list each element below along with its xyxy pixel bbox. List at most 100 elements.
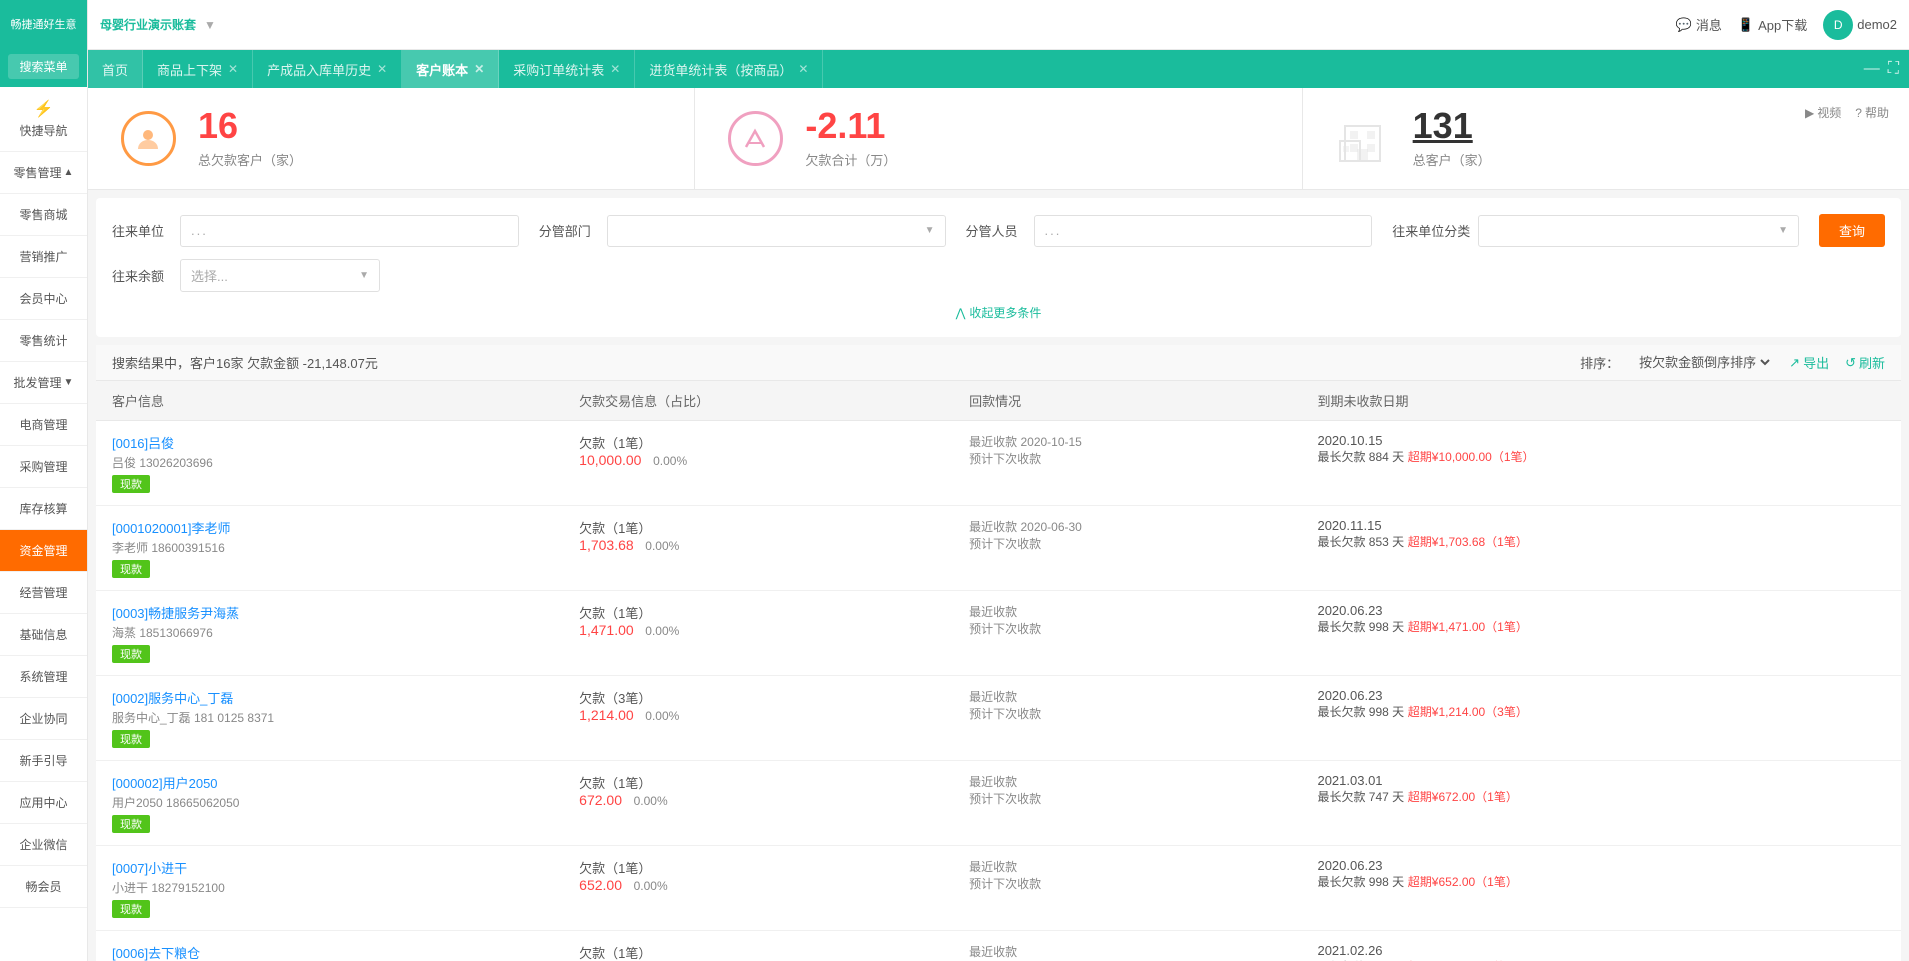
customer-contact: 李老师 18600391516 xyxy=(112,539,547,556)
search-button[interactable]: 查询 xyxy=(1819,214,1885,247)
cell-customer-info: [0016]吕俊 吕俊 13026203696 现款 xyxy=(96,421,563,506)
last-collect: 最近收款 2020-10-15 xyxy=(969,433,1285,450)
tabs-minimize-icon[interactable]: — xyxy=(1862,58,1882,80)
sidebar-search-area: 搜索菜单 xyxy=(0,50,87,87)
overdue-link[interactable]: 超期¥672.00（1笔） xyxy=(1408,790,1518,804)
download-icon: 📱 xyxy=(1738,17,1754,33)
export-button[interactable]: ↗ 导出 xyxy=(1789,353,1829,372)
filter-area: 往来单位 ... 分管部门 ▼ 分管人员 ... xyxy=(96,198,1901,337)
tab-close-icon[interactable]: ✕ xyxy=(798,62,808,76)
overdue-link[interactable]: 超期¥652.00（1笔） xyxy=(1408,875,1518,889)
due-date: 2020.11.15 xyxy=(1317,518,1885,533)
customer-name-link[interactable]: [0003]畅捷服务尹海蒸 xyxy=(112,603,547,622)
sidebar-item-retail-mgmt[interactable]: 零售管理 ▲ xyxy=(0,152,87,194)
video-link[interactable]: ▶ 视频 xyxy=(1805,104,1841,121)
col-collect-info: 回款情况 xyxy=(953,381,1301,421)
due-date: 2020.06.23 xyxy=(1317,858,1885,873)
sort-select[interactable]: 按欠款金额倒序排序 xyxy=(1635,354,1773,371)
sidebar-item-newbie[interactable]: 新手引导 xyxy=(0,740,87,782)
refresh-button[interactable]: ↺ 刷新 xyxy=(1845,353,1885,372)
sidebar-item-marketing[interactable]: 营销推广 xyxy=(0,236,87,278)
person-input[interactable]: ... xyxy=(1034,215,1373,247)
message-button[interactable]: 💬 消息 xyxy=(1676,15,1722,34)
tab-close-icon[interactable]: ✕ xyxy=(474,62,484,76)
tab-customer-account-label: 客户账本 xyxy=(416,60,468,79)
next-collect: 预计下次收款 xyxy=(969,535,1285,552)
customer-name-link[interactable]: [000002]用户2050 xyxy=(112,773,547,792)
results-summary: 搜索结果中，客户16家 欠款金额 -21,148.07元 xyxy=(112,353,378,372)
category-input[interactable]: ▼ xyxy=(1478,215,1799,247)
cell-debt-info: 欠款（1笔） 1,703.68 0.00% xyxy=(563,506,953,591)
cell-due-date: 2020.06.23 最长欠款 998 天 超期¥1,214.00（3笔） xyxy=(1301,676,1901,761)
sidebar-item-batch-mgmt[interactable]: 批发管理 ▼ xyxy=(0,362,87,404)
sidebar-item-member2[interactable]: 畅会员 xyxy=(0,866,87,908)
overdue-link[interactable]: 超期¥10,000.00（1笔） xyxy=(1408,450,1535,464)
sidebar-item-corp-collab[interactable]: 企业协同 xyxy=(0,698,87,740)
sidebar-item-capital[interactable]: 资金管理 xyxy=(0,530,87,572)
debtors-label: 总欠款客户（家） xyxy=(198,150,302,169)
customer-name-link[interactable]: [0001020001]李老师 xyxy=(112,518,547,537)
cell-debt-info: 欠款（1笔） 672.00 0.00% xyxy=(563,761,953,846)
due-date: 2021.02.26 xyxy=(1317,943,1885,958)
customer-name-link[interactable]: [0007]小进干 xyxy=(112,858,547,877)
tab-stock-stats[interactable]: 进货单统计表（按商品） ✕ xyxy=(635,50,823,88)
sidebar-item-label: 库存核算 xyxy=(19,500,67,517)
debt-count: 欠款（1笔） xyxy=(579,858,937,877)
customer-table-wrapper: 客户信息 欠款交易信息（占比） 回款情况 到期未收款日期 [0016]吕俊 吕俊… xyxy=(96,381,1901,961)
sidebar-item-member[interactable]: 会员中心 xyxy=(0,278,87,320)
next-collect: 预计下次收款 xyxy=(969,875,1285,892)
sidebar-item-ecom-mgmt[interactable]: 电商管理 xyxy=(0,404,87,446)
overdue-link[interactable]: 超期¥1,214.00（3笔） xyxy=(1408,705,1528,719)
chevron-down-icon: ▼ xyxy=(64,377,74,388)
user-profile[interactable]: D demo2 xyxy=(1823,10,1897,40)
collapse-label: 收起更多条件 xyxy=(969,304,1041,321)
video-icon: ▶ xyxy=(1805,106,1814,120)
tab-close-icon[interactable]: ✕ xyxy=(377,62,387,76)
customer-table: 客户信息 欠款交易信息（占比） 回款情况 到期未收款日期 [0016]吕俊 吕俊… xyxy=(96,381,1901,961)
tabs-maximize-icon[interactable]: ⛶ xyxy=(1886,58,1901,80)
customer-name-link[interactable]: [0006]去下粮仓 xyxy=(112,943,547,961)
tab-purchase-order[interactable]: 采购订单统计表 ✕ xyxy=(499,50,635,88)
overdue-info: 最长欠款 853 天 超期¥1,703.68（1笔） xyxy=(1317,533,1885,550)
customer-name-link[interactable]: [0016]吕俊 xyxy=(112,433,547,452)
overdue-link[interactable]: 超期¥1,703.68（1笔） xyxy=(1408,535,1528,549)
app-download-button[interactable]: 📱 App下载 xyxy=(1738,15,1807,34)
tab-customer-account[interactable]: 客户账本 ✕ xyxy=(402,50,499,88)
sidebar-item-label: 企业协同 xyxy=(19,710,67,727)
sidebar-item-label: 零售管理 xyxy=(14,164,62,181)
supplier-input[interactable]: ... xyxy=(180,215,519,247)
tab-close-icon[interactable]: ✕ xyxy=(610,62,620,76)
debt-count: 欠款（1笔） xyxy=(579,433,937,452)
tab-home[interactable]: 首页 xyxy=(88,50,143,88)
main-area: 母婴行业演示账套 ▼ 💬 消息 📱 App下载 D demo2 首页 xyxy=(88,0,1909,961)
balance-input[interactable]: 选择... ▼ xyxy=(180,259,380,292)
help-link[interactable]: ? 帮助 xyxy=(1855,104,1889,121)
dept-input[interactable]: ▼ xyxy=(607,215,946,247)
total-customers-label: 总客户（家） xyxy=(1413,150,1491,169)
sidebar-item-corp-wechat[interactable]: 企业微信 xyxy=(0,824,87,866)
tab-goods-listing[interactable]: 商品上下架 ✕ xyxy=(143,50,253,88)
tab-production-history[interactable]: 产成品入库单历史 ✕ xyxy=(253,50,402,88)
sidebar-item-purchase-mgmt[interactable]: 采购管理 xyxy=(0,446,87,488)
sidebar-item-sys-mgmt[interactable]: 系统管理 xyxy=(0,656,87,698)
sidebar-item-retail-shop[interactable]: 零售商城 xyxy=(0,194,87,236)
debt-count: 欠款（1笔） xyxy=(579,943,937,961)
cell-due-date: 2021.02.26 最长欠款 750 天 超期¥455.90（1笔） xyxy=(1301,931,1901,961)
overdue-link[interactable]: 超期¥1,471.00（1笔） xyxy=(1408,620,1528,634)
sidebar-item-quick-nav[interactable]: ⚡ 快捷导航 xyxy=(0,87,87,152)
customer-name-link[interactable]: [0002]服务中心_丁磊 xyxy=(112,688,547,707)
search-menu-button[interactable]: 搜索菜单 xyxy=(8,54,79,79)
overdue-info: 最长欠款 884 天 超期¥10,000.00（1笔） xyxy=(1317,448,1885,465)
results-bar: 搜索结果中，客户16家 欠款金额 -21,148.07元 排序： 按欠款金额倒序… xyxy=(96,345,1901,381)
sidebar-item-inventory[interactable]: 库存核算 xyxy=(0,488,87,530)
sidebar-item-label: 零售商城 xyxy=(19,206,67,223)
table-row: [0007]小进干 小进干 18279152100 现款 欠款（1笔） 652.… xyxy=(96,846,1901,931)
next-collect: 预计下次收款 xyxy=(969,620,1285,637)
dropdown-arrow-icon[interactable]: ▼ xyxy=(204,18,216,32)
sidebar-item-basic-info[interactable]: 基础信息 xyxy=(0,614,87,656)
filter-collapse-button[interactable]: ⋀ 收起更多条件 xyxy=(112,304,1885,321)
sidebar-item-operation[interactable]: 经营管理 xyxy=(0,572,87,614)
sidebar-item-app-center[interactable]: 应用中心 xyxy=(0,782,87,824)
sidebar-item-retail-stats[interactable]: 零售统计 xyxy=(0,320,87,362)
tab-close-icon[interactable]: ✕ xyxy=(228,62,238,76)
